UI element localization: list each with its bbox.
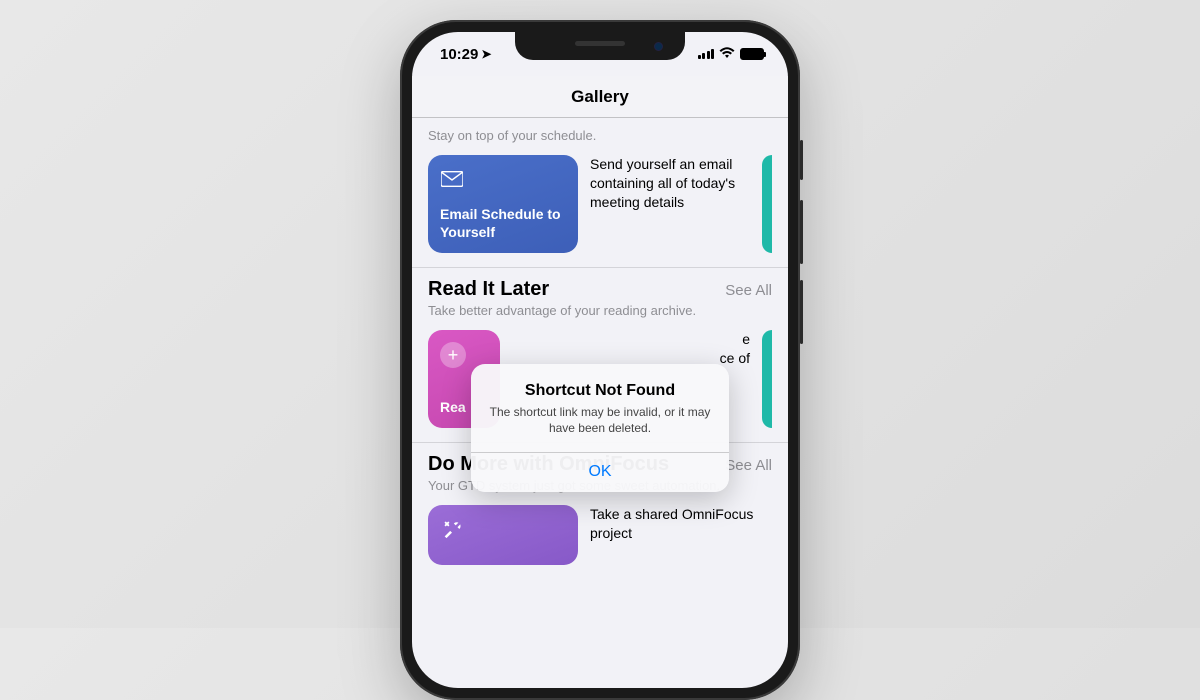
tools-icon: [440, 517, 464, 541]
content-scroll[interactable]: Stay on top of your schedule. Email Sche…: [412, 118, 788, 688]
plus-circle-icon: +: [440, 342, 466, 368]
card-description: Take a shared OmniFocus project: [590, 505, 772, 543]
section-subtitle: Stay on top of your schedule.: [428, 128, 772, 143]
page-title: Gallery: [571, 87, 629, 107]
card-label: Email Schedule to Yourself: [440, 206, 566, 241]
side-button: [800, 280, 803, 344]
earpiece: [575, 41, 625, 46]
notch: [515, 32, 685, 60]
envelope-icon: [440, 167, 464, 191]
iphone-frame: 10:29 ➤ Gallery Stay on top of your sche…: [400, 20, 800, 700]
shortcut-card-omnifocus[interactable]: [428, 505, 578, 565]
section-title: Do More with OmniFocus: [428, 453, 669, 476]
section-subtitle: Take better advantage of your reading ar…: [428, 303, 772, 318]
next-card-peek[interactable]: [762, 155, 772, 253]
card-description: Send yourself an email containing all of…: [590, 155, 750, 212]
section-omnifocus: Do More with OmniFocus See All Your GTD …: [412, 443, 788, 579]
wifi-icon: [719, 46, 735, 62]
see-all-button[interactable]: See All: [725, 282, 772, 299]
status-time: 10:29: [440, 46, 478, 63]
card-label-partial: Rea: [440, 399, 488, 417]
see-all-button[interactable]: See All: [725, 457, 772, 474]
battery-icon: [740, 48, 764, 60]
side-button: [800, 200, 803, 264]
section-title: Read It Later: [428, 278, 549, 301]
shortcut-card-reading-list-partial[interactable]: + Rea: [428, 330, 500, 428]
card-description-partial: e ce of: [716, 330, 750, 368]
side-button: [800, 140, 803, 180]
screen: 10:29 ➤ Gallery Stay on top of your sche…: [412, 32, 788, 688]
cellular-signal-icon: [698, 49, 715, 59]
navigation-bar: Gallery: [412, 76, 788, 118]
section-subtitle: Your GTD system just got some sweet auto…: [428, 478, 772, 493]
next-card-peek[interactable]: [762, 330, 772, 428]
shortcut-card-email-schedule[interactable]: Email Schedule to Yourself: [428, 155, 578, 253]
section-calendar: Stay on top of your schedule. Email Sche…: [412, 118, 788, 268]
location-icon: ➤: [481, 47, 491, 61]
section-read-it-later: Read It Later See All Take better advant…: [412, 268, 788, 443]
front-camera: [654, 42, 663, 51]
